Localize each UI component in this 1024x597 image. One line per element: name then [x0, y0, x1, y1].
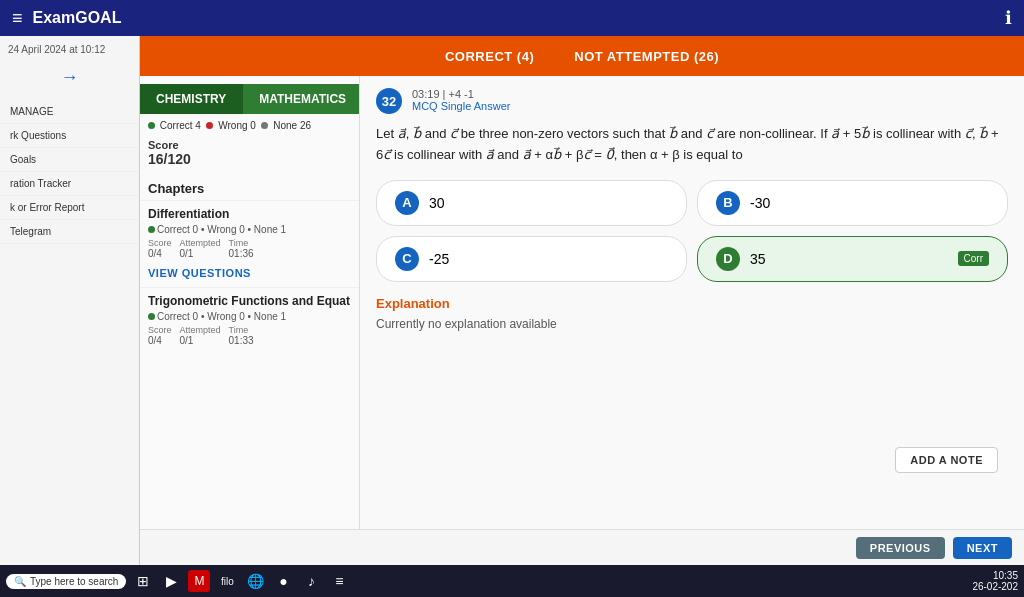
chapter-score-details-2: Score 0/4 Attempted 0/1 Time 01:33 [148, 325, 351, 346]
chapter-section-trig: Trigonometric Functions and Equat Correc… [140, 287, 359, 356]
sidebar-arrow[interactable]: → [0, 59, 139, 96]
view-questions-btn-1[interactable]: VIEW QUESTIONS [148, 265, 251, 281]
ch1-score: 0/4 [148, 248, 162, 259]
taskbar-spotify-icon[interactable]: ● [272, 570, 294, 592]
none-stat: None 26 [273, 120, 311, 131]
tab-chemistry[interactable]: CHEMISTRY [140, 84, 243, 114]
chapter-stats: Correct 0 • Wrong 0 • None 1 [148, 224, 351, 235]
option-label-b: B [716, 191, 740, 215]
ch2-time: 01:33 [229, 335, 254, 346]
wrong-stat: Wrong 0 [218, 120, 256, 131]
chapter-section-differentiation: Differentiation Correct 0 • Wrong 0 • No… [140, 200, 359, 287]
chapter-name-2: Trigonometric Functions and Equat [148, 294, 351, 308]
taskbar-browser-icon[interactable]: M [188, 570, 210, 592]
option-label-c: C [395, 247, 419, 271]
sidebar-nav: MANAGE rk Questions Goals ration Tracker… [0, 96, 139, 248]
info-icon[interactable]: ℹ [1005, 7, 1012, 29]
content-wrapper: CHEMISTRY MATHEMATICS Correct 4 Wrong 0 … [140, 76, 1024, 565]
sidebar-item-tracker[interactable]: ration Tracker [0, 172, 139, 196]
correct-stat: Correct 4 [160, 120, 201, 131]
right-panel-inner: 32 03:19 | +4 -1 MCQ Single Answer Let a… [376, 88, 1008, 553]
sidebar-item-questions[interactable]: rk Questions [0, 124, 139, 148]
sidebar-date: 24 April 2024 at 10:12 [0, 36, 139, 59]
taskbar: 🔍 Type here to search ⊞ ▶ M filo 🌐 ● ♪ ≡… [0, 565, 1024, 597]
option-c[interactable]: C -25 [376, 236, 687, 282]
tabs-row: CHEMISTRY MATHEMATICS [140, 84, 359, 114]
taskbar-menu-icon[interactable]: ≡ [328, 570, 350, 592]
taskbar-media-icon[interactable]: ▶ [160, 570, 182, 592]
chapter-name: Differentiation [148, 207, 351, 221]
option-label-a: A [395, 191, 419, 215]
taskbar-clock: 10:35 26-02-202 [972, 570, 1018, 592]
sidebar-item-manage[interactable]: MANAGE [0, 100, 139, 124]
chapters-panel: CHEMISTRY MATHEMATICS Correct 4 Wrong 0 … [140, 76, 360, 565]
wrong-dot [206, 122, 213, 129]
chapter-score-details: Score 0/4 Attempted 0/1 Time 01:36 [148, 238, 351, 259]
taskbar-time: 10:35 [972, 570, 1018, 581]
none-dot [261, 122, 268, 129]
taskbar-search[interactable]: 🔍 Type here to search [6, 574, 126, 589]
search-icon: 🔍 [14, 576, 26, 587]
question-header: 32 03:19 | +4 -1 MCQ Single Answer [376, 88, 1008, 114]
option-a[interactable]: A 30 [376, 180, 687, 226]
ch2-score: 0/4 [148, 335, 162, 346]
question-timer: 03:19 | +4 -1 [412, 88, 510, 100]
taskbar-date: 26-02-202 [972, 581, 1018, 592]
main-content: CORRECT (4) NOT ATTEMPTED (26) CHEMISTRY… [140, 36, 1024, 565]
ch2-attempted: 0/1 [180, 335, 194, 346]
app-title: ExamGOAL [33, 9, 122, 27]
ch1-time: 01:36 [229, 248, 254, 259]
correct-dot [148, 122, 155, 129]
chapters-title: Chapters [140, 173, 359, 200]
not-attempted-count: NOT ATTEMPTED (26) [574, 49, 719, 64]
question-number: 32 [376, 88, 402, 114]
question-type: MCQ Single Answer [412, 100, 510, 112]
sidebar-item-goals[interactable]: Goals [0, 148, 139, 172]
chapter-stats-2: Correct 0 • Wrong 0 • None 1 [148, 311, 351, 322]
score-value: 16/120 [140, 151, 359, 173]
explanation-text: Currently no explanation available [376, 317, 1008, 331]
score-bar: CORRECT (4) NOT ATTEMPTED (26) [140, 36, 1024, 76]
taskbar-music-icon[interactable]: ♪ [300, 570, 322, 592]
add-note-button[interactable]: ADD A NOTE [895, 447, 998, 473]
correct-count: CORRECT (4) [445, 49, 534, 64]
taskbar-filo-icon[interactable]: filo [216, 570, 238, 592]
correct-badge: Corr [958, 251, 989, 266]
option-b[interactable]: B -30 [697, 180, 1008, 226]
sidebar-item-telegram[interactable]: Telegram [0, 220, 139, 244]
question-text: Let a⃗, b⃗ and c⃗ be three non-zero vect… [376, 124, 1008, 166]
top-bar: ≡ ExamGOAL ℹ [0, 0, 1024, 36]
explanation-title: Explanation [376, 296, 1008, 311]
taskbar-chrome-icon[interactable]: 🌐 [244, 570, 266, 592]
sidebar: 24 April 2024 at 10:12 → MANAGE rk Quest… [0, 36, 140, 565]
option-d[interactable]: D 35 Corr [697, 236, 1008, 282]
option-text-c: -25 [429, 251, 449, 267]
bottom-nav: PREVIOUS NEXT [140, 529, 1024, 565]
score-label: Score [140, 137, 359, 151]
option-text-d: 35 [750, 251, 766, 267]
taskbar-windows-icon[interactable]: ⊞ [132, 570, 154, 592]
ch1-attempted: 0/1 [180, 248, 194, 259]
question-panel: 32 03:19 | +4 -1 MCQ Single Answer Let a… [360, 76, 1024, 565]
search-text: Type here to search [30, 576, 118, 587]
tab-mathematics[interactable]: MATHEMATICS [243, 84, 360, 114]
hamburger-icon[interactable]: ≡ [12, 8, 23, 29]
options-grid: A 30 B -30 C -25 D 35 Corr [376, 180, 1008, 282]
sidebar-item-error[interactable]: k or Error Report [0, 196, 139, 220]
option-label-d: D [716, 247, 740, 271]
stats-row: Correct 4 Wrong 0 None 26 [140, 114, 359, 137]
option-text-a: 30 [429, 195, 445, 211]
option-text-b: -30 [750, 195, 770, 211]
previous-button[interactable]: PREVIOUS [856, 537, 945, 559]
next-button[interactable]: NEXT [953, 537, 1012, 559]
